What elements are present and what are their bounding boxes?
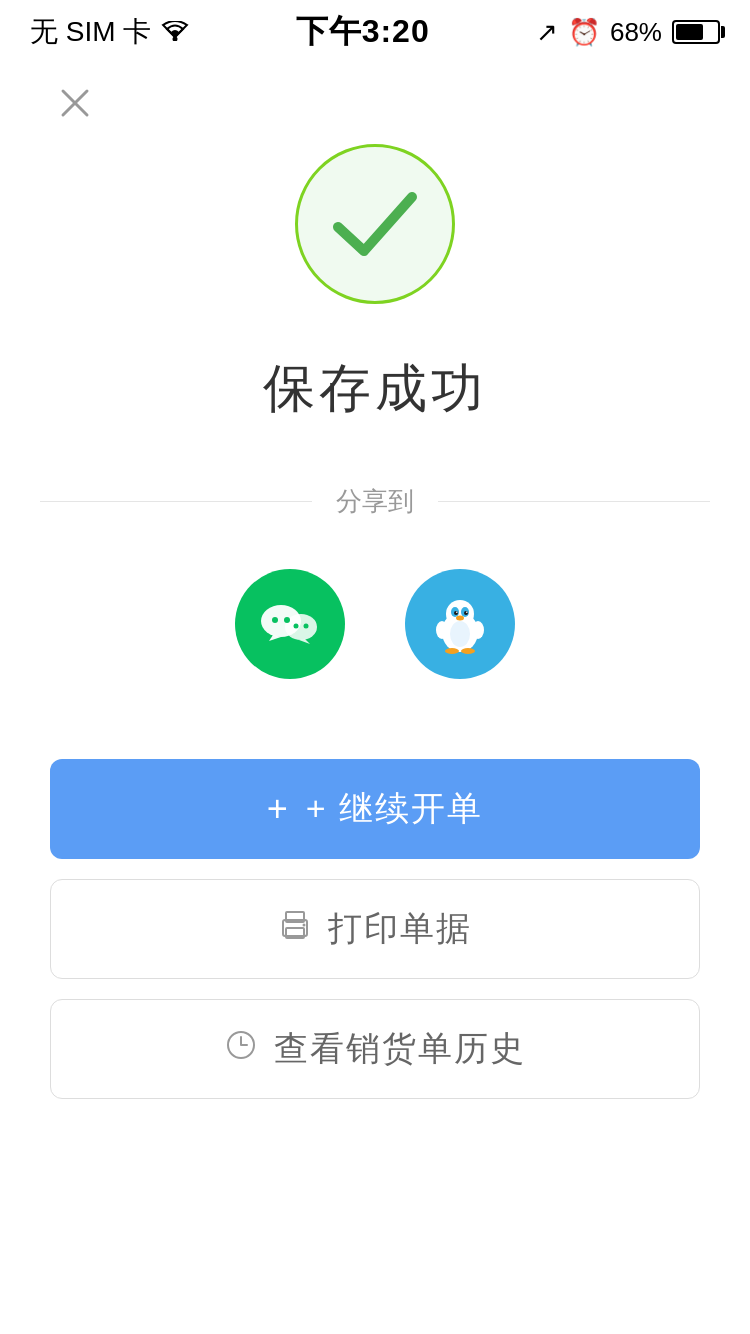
history-label: 查看销货单历史 xyxy=(274,1026,526,1072)
time-display: 下午3:20 xyxy=(296,10,430,54)
svg-point-22 xyxy=(472,621,484,639)
status-left: 无 SIM 卡 xyxy=(30,13,189,51)
share-label: 分享到 xyxy=(312,484,438,519)
wifi-icon xyxy=(161,16,189,48)
wechat-share-button[interactable] xyxy=(235,569,345,679)
svg-point-26 xyxy=(303,924,306,927)
svg-point-15 xyxy=(456,611,458,613)
close-button[interactable] xyxy=(50,78,100,128)
svg-point-19 xyxy=(461,648,475,654)
divider-left xyxy=(40,501,312,502)
divider-right xyxy=(438,501,710,502)
history-button[interactable]: 查看销货单历史 xyxy=(50,999,700,1099)
sim-status: 无 SIM 卡 xyxy=(30,13,151,51)
svg-point-21 xyxy=(436,621,448,639)
svg-point-8 xyxy=(304,624,309,629)
svg-point-16 xyxy=(466,611,468,613)
history-icon xyxy=(224,1028,258,1070)
svg-point-14 xyxy=(464,611,468,615)
svg-point-17 xyxy=(456,615,464,620)
svg-point-4 xyxy=(285,614,317,640)
svg-point-0 xyxy=(173,37,178,42)
svg-point-6 xyxy=(284,617,290,623)
success-title: 保存成功 xyxy=(263,354,487,424)
svg-point-5 xyxy=(272,617,278,623)
svg-point-18 xyxy=(445,648,459,654)
printer-icon xyxy=(278,908,312,950)
share-section: 分享到 xyxy=(0,484,750,519)
svg-point-20 xyxy=(450,621,470,647)
status-bar: 无 SIM 卡 下午3:20 ↗ ⏰ 68% xyxy=(0,0,750,64)
continue-order-label: + 继续开单 xyxy=(306,786,483,832)
alarm-icon: ⏰ xyxy=(568,17,600,48)
main-content: 保存成功 分享到 xyxy=(0,64,750,1099)
battery-percentage: 68% xyxy=(610,17,662,48)
svg-point-7 xyxy=(294,624,299,629)
battery-icon xyxy=(672,20,720,44)
action-buttons-container: + + 继续开单 打印单据 查看销货单历史 xyxy=(0,759,750,1099)
continue-order-button[interactable]: + + 继续开单 xyxy=(50,759,700,859)
print-label: 打印单据 xyxy=(328,906,472,952)
svg-point-13 xyxy=(454,611,458,615)
share-icons-container xyxy=(235,569,515,679)
location-icon: ↗ xyxy=(536,17,558,48)
print-button[interactable]: 打印单据 xyxy=(50,879,700,979)
plus-icon: + xyxy=(267,788,290,830)
qq-share-button[interactable] xyxy=(405,569,515,679)
success-icon-circle xyxy=(295,144,455,304)
status-right: ↗ ⏰ 68% xyxy=(536,17,720,48)
